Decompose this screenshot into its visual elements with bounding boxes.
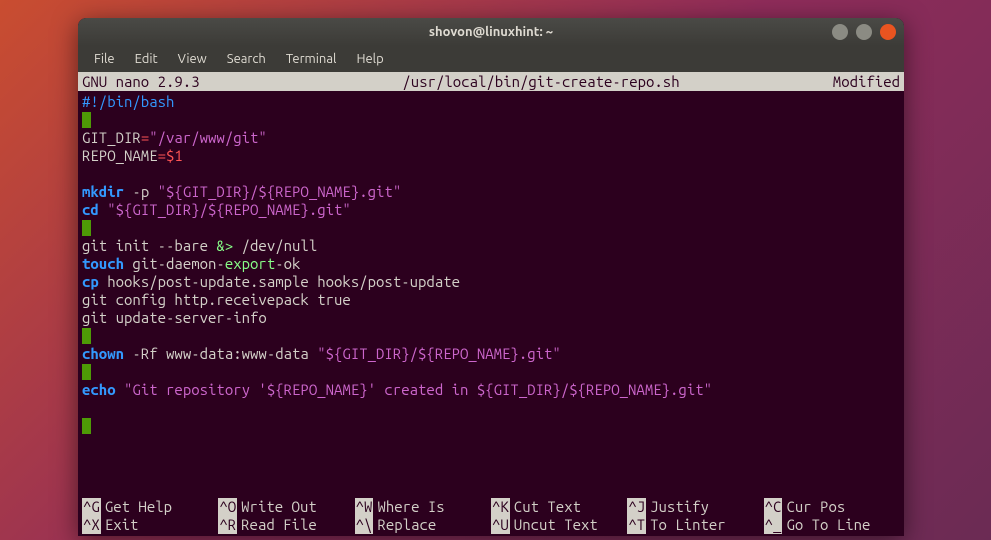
minimize-button[interactable] — [832, 24, 848, 40]
menubar: File Edit View Search Terminal Help — [78, 46, 904, 72]
shortcut-key[interactable]: ^W — [355, 498, 374, 516]
shortcut-key[interactable]: ^T — [627, 516, 646, 534]
code-line: cd — [82, 201, 99, 218]
menu-terminal[interactable]: Terminal — [278, 49, 345, 69]
maximize-button[interactable] — [856, 24, 872, 40]
window-title: shovon@linuxhint: ~ — [429, 25, 553, 39]
menu-help[interactable]: Help — [348, 49, 391, 69]
shortcut-key[interactable]: ^J — [627, 498, 646, 516]
menu-search[interactable]: Search — [219, 49, 274, 69]
shortcut-key[interactable]: ^U — [491, 516, 510, 534]
code-line: REPO_NAME — [82, 147, 158, 164]
cursor — [82, 418, 91, 434]
cursor-marker — [82, 112, 91, 128]
menu-file[interactable]: File — [86, 49, 123, 69]
nano-header: GNU nano 2.9.3 /usr/local/bin/git-create… — [78, 72, 904, 91]
shortcut-key[interactable]: ^G — [82, 498, 101, 516]
shortcut-label: Read File — [241, 516, 317, 534]
terminal-window: shovon@linuxhint: ~ File Edit View Searc… — [78, 18, 904, 536]
shortcut-label: Cur Pos — [786, 498, 845, 516]
cursor-marker — [82, 364, 91, 380]
code-line: GIT_DIR — [82, 129, 141, 146]
shortcut-key[interactable]: ^K — [491, 498, 510, 516]
code-line: mkdir — [82, 183, 124, 200]
shortcut-label: Go To Line — [786, 516, 870, 534]
code-line: cp — [82, 273, 99, 290]
shortcut-label: Where Is — [377, 498, 444, 516]
menu-edit[interactable]: Edit — [127, 49, 166, 69]
close-button[interactable] — [880, 24, 896, 40]
code-line: echo — [82, 381, 116, 398]
cursor-marker — [82, 220, 91, 236]
menu-view[interactable]: View — [170, 49, 215, 69]
nano-filepath: /usr/local/bin/git-create-repo.sh — [282, 73, 800, 90]
shortcut-key[interactable]: ^X — [82, 516, 101, 534]
nano-version: GNU nano 2.9.3 — [82, 73, 282, 90]
shortcut-label: Write Out — [241, 498, 317, 516]
shortcut-key[interactable]: ^R — [218, 516, 237, 534]
nano-shortcuts: ^GGet Help ^OWrite Out ^WWhere Is ^KCut … — [78, 498, 904, 536]
shortcut-label: Justify — [650, 498, 709, 516]
code-line: git init --bare — [82, 237, 216, 254]
shortcut-label: Exit — [105, 516, 139, 534]
cursor-marker — [82, 328, 91, 344]
shortcut-key[interactable]: ^O — [218, 498, 237, 516]
code-line: git update-server-info — [82, 309, 267, 326]
titlebar[interactable]: shovon@linuxhint: ~ — [78, 18, 904, 46]
code-line: touch — [82, 255, 124, 272]
shortcut-label: Uncut Text — [514, 516, 598, 534]
code-line: chown — [82, 345, 124, 362]
shortcut-label: Get Help — [105, 498, 172, 516]
shortcut-key[interactable]: ^_ — [764, 516, 783, 534]
shortcut-label: To Linter — [650, 516, 726, 534]
shortcut-label: Replace — [377, 516, 436, 534]
window-controls — [832, 24, 896, 40]
shortcut-key[interactable]: ^C — [764, 498, 783, 516]
code-line: git config http.receivepack true — [82, 291, 351, 308]
editor-content[interactable]: #!/bin/bash GIT_DIR="/var/www/git" REPO_… — [78, 91, 904, 437]
nano-status: Modified — [800, 73, 900, 90]
code-line: #!/bin/bash — [82, 93, 174, 110]
shortcut-label: Cut Text — [514, 498, 581, 516]
shortcut-key[interactable]: ^\ — [355, 516, 374, 534]
